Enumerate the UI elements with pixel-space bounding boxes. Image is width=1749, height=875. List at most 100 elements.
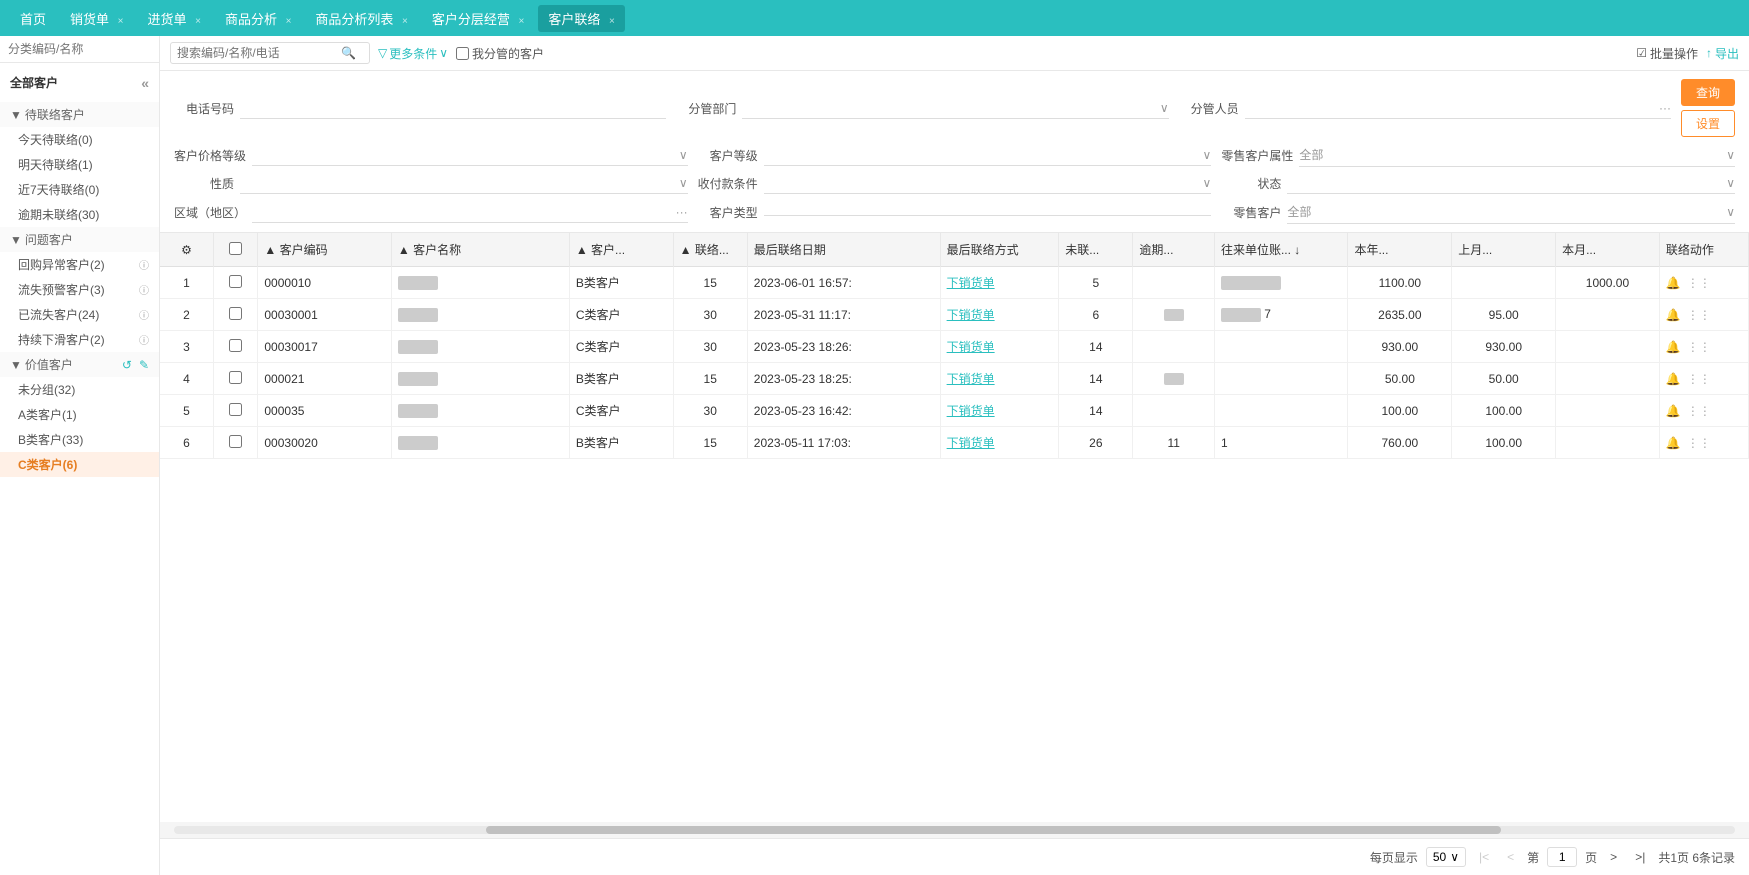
more-icon[interactable]: ⋮⋮ — [1687, 404, 1711, 418]
pending-contact-group[interactable]: ▼ 待联络客户 — [0, 102, 159, 127]
region-select[interactable]: ··· — [252, 202, 688, 223]
more-icon[interactable]: ⋮⋮ — [1687, 308, 1711, 322]
close-analysis-icon[interactable]: × — [286, 16, 292, 27]
region-dots-icon[interactable]: ··· — [676, 205, 688, 219]
row-checkbox[interactable] — [229, 275, 242, 288]
all-customers-header[interactable]: 全部客户 « — [0, 69, 159, 96]
sidebar-item-tomorrow[interactable]: 明天待联络(1) — [0, 152, 159, 177]
toolbar-search-icon[interactable]: 🔍 — [341, 46, 356, 60]
price-level-select[interactable]: ∨ — [252, 145, 688, 166]
sidebar-item-ungrouped[interactable]: 未分组(32) — [0, 377, 159, 402]
value-customers-group[interactable]: ▼ 价值客户 ↺ ✎ — [0, 352, 159, 377]
nav-home[interactable]: 首页 — [10, 5, 56, 32]
retail-select[interactable]: 全部 ∨ — [1287, 200, 1735, 224]
more-icon[interactable]: ⋮⋮ — [1687, 276, 1711, 290]
problem-customers-group[interactable]: ▼ 问题客户 — [0, 227, 159, 252]
th-this-month[interactable]: 本月... — [1556, 233, 1660, 267]
th-last-month[interactable]: 上月... — [1452, 233, 1556, 267]
sidebar-item-7days[interactable]: 近7天待联络(0) — [0, 177, 159, 202]
last-page-btn[interactable]: >| — [1630, 848, 1650, 866]
export-btn[interactable]: ↑ 导出 — [1706, 45, 1739, 62]
sidebar-item-a-class[interactable]: A类客户(1) — [0, 402, 159, 427]
th-account[interactable]: 往来单位账... ↓ — [1214, 233, 1347, 267]
th-uncontacted[interactable]: 未联... — [1059, 233, 1133, 267]
page-size-select[interactable]: 50 ∨ — [1426, 847, 1466, 867]
select-all-checkbox[interactable] — [229, 242, 242, 255]
th-this-year[interactable]: 本年... — [1348, 233, 1452, 267]
batch-ops-btn[interactable]: ☑ 批量操作 — [1636, 45, 1698, 62]
sidebar-item-repurchase-abnormal[interactable]: 回购异常客户(2) ⓘ — [0, 252, 159, 277]
sidebar-item-today[interactable]: 今天待联络(0) — [0, 127, 159, 152]
status-select[interactable]: ∨ — [1287, 173, 1735, 194]
dept-select[interactable]: ∨ — [742, 98, 1168, 119]
manager-select[interactable]: ··· — [1245, 98, 1671, 119]
nav-analysis[interactable]: 商品分析 × — [215, 5, 301, 32]
scrollbar-thumb[interactable] — [486, 826, 1501, 834]
more-icon[interactable]: ⋮⋮ — [1687, 372, 1711, 386]
prev-page-btn[interactable]: < — [1502, 848, 1519, 866]
contact-icon[interactable]: 🔔 — [1666, 340, 1681, 354]
row-checkbox[interactable] — [229, 435, 242, 448]
nature-select[interactable]: ∨ — [240, 173, 688, 194]
contact-icon[interactable]: 🔔 — [1666, 308, 1681, 322]
row-checkbox[interactable] — [229, 307, 242, 320]
customer-type-select[interactable] — [764, 209, 1212, 216]
manager-dots-icon[interactable]: ··· — [1659, 101, 1671, 115]
contact-icon[interactable]: 🔔 — [1666, 436, 1681, 450]
close-customer-contact-icon[interactable]: × — [609, 16, 615, 27]
th-code[interactable]: ▲ 客户编码 — [258, 233, 391, 267]
retail-attr-select[interactable]: 全部 ∨ — [1299, 143, 1735, 167]
refresh-icon[interactable]: ↺ — [122, 358, 132, 372]
last-method[interactable]: 下销货单 — [940, 395, 1059, 427]
nav-sales[interactable]: 销货单 × — [60, 5, 133, 32]
customer-level-select[interactable]: ∨ — [764, 145, 1212, 166]
settings-button[interactable]: 设置 — [1681, 110, 1735, 137]
page-input[interactable] — [1547, 847, 1577, 867]
sidebar-item-churn-warning[interactable]: 流失预警客户(3) ⓘ — [0, 277, 159, 302]
query-button[interactable]: 查询 — [1681, 79, 1735, 106]
more-icon[interactable]: ⋮⋮ — [1687, 340, 1711, 354]
last-method[interactable]: 下销货单 — [940, 331, 1059, 363]
horizontal-scrollbar[interactable] — [160, 822, 1749, 838]
close-customer-tier-icon[interactable]: × — [519, 16, 525, 27]
th-contact-count[interactable]: ▲ 联络... — [673, 233, 747, 267]
collapse-icon[interactable]: « — [141, 75, 149, 91]
phone-input[interactable] — [240, 98, 666, 119]
th-category[interactable]: ▲ 客户... — [569, 233, 673, 267]
search-input[interactable] — [177, 46, 337, 60]
edit-icon[interactable]: ✎ — [139, 358, 149, 372]
row-checkbox[interactable] — [229, 339, 242, 352]
contact-icon[interactable]: 🔔 — [1666, 372, 1681, 386]
nav-customer-tier[interactable]: 客户分层经营 × — [422, 5, 534, 32]
my-customers-check[interactable] — [456, 47, 469, 60]
sidebar-item-b-class[interactable]: B类客户(33) — [0, 427, 159, 452]
more-conditions-btn[interactable]: ▽ 更多条件 ∨ — [378, 45, 448, 62]
sidebar-item-c-class[interactable]: C类客户(6) — [0, 452, 159, 477]
sidebar-item-churned[interactable]: 已流失客户(24) ⓘ — [0, 302, 159, 327]
close-sales-icon[interactable]: × — [118, 16, 124, 27]
payment-select[interactable]: ∨ — [764, 173, 1212, 194]
last-method[interactable]: 下销货单 — [940, 427, 1059, 459]
row-checkbox[interactable] — [229, 371, 242, 384]
next-page-btn[interactable]: > — [1605, 848, 1622, 866]
nav-analysis-list[interactable]: 商品分析列表 × — [305, 5, 417, 32]
more-icon[interactable]: ⋮⋮ — [1687, 436, 1711, 450]
close-analysis-list-icon[interactable]: × — [402, 16, 408, 27]
last-method[interactable]: 下销货单 — [940, 299, 1059, 331]
th-last-method[interactable]: 最后联络方式 — [940, 233, 1059, 267]
close-purchase-icon[interactable]: × — [195, 16, 201, 27]
sidebar-search-input[interactable] — [8, 42, 160, 56]
nav-purchase[interactable]: 进货单 × — [137, 5, 210, 32]
sidebar-item-overdue[interactable]: 逾期未联络(30) — [0, 202, 159, 227]
sidebar-item-declining[interactable]: 持续下滑客户(2) ⓘ — [0, 327, 159, 352]
last-method[interactable]: 下销货单 — [940, 363, 1059, 395]
row-checkbox[interactable] — [229, 403, 242, 416]
nav-customer-contact[interactable]: 客户联络 × — [538, 5, 624, 32]
last-method[interactable]: 下销货单 — [940, 267, 1059, 299]
my-customers-checkbox[interactable]: 我分管的客户 — [456, 45, 544, 62]
th-overdue[interactable]: 逾期... — [1133, 233, 1215, 267]
th-name[interactable]: ▲ 客户名称 — [391, 233, 569, 267]
contact-icon[interactable]: 🔔 — [1666, 404, 1681, 418]
first-page-btn[interactable]: |< — [1474, 848, 1494, 866]
th-settings[interactable]: ⚙ — [160, 233, 213, 267]
